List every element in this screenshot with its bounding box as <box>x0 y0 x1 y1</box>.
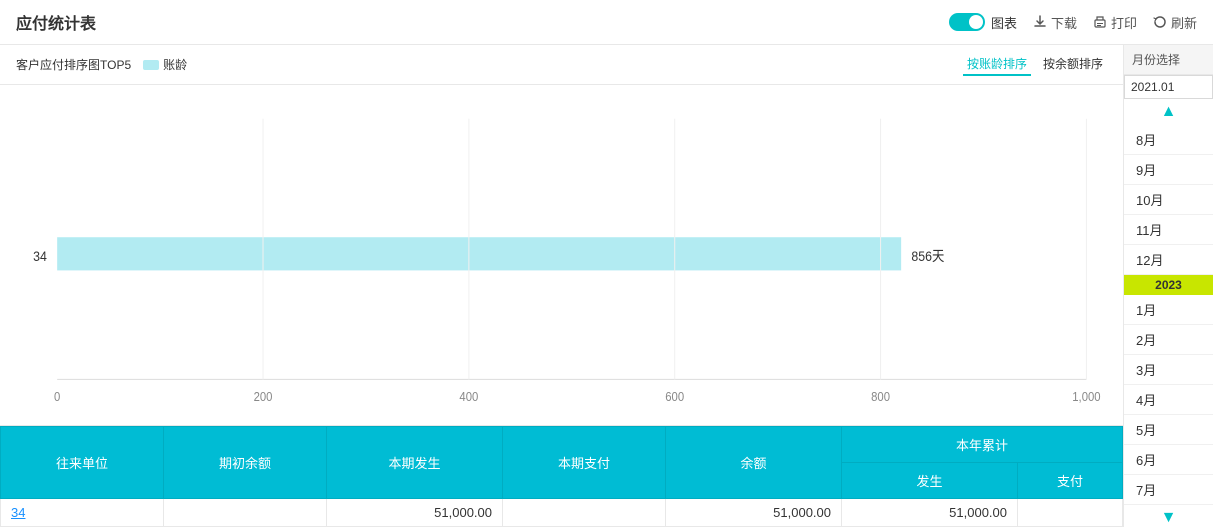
legend-color-label: 账龄 <box>163 56 187 73</box>
col-header-occur: 本期发生 <box>327 427 503 499</box>
sidebar-item-dec[interactable]: 12月 <box>1124 245 1213 275</box>
refresh-label: 刷新 <box>1171 13 1197 32</box>
col-header-pay: 本期支付 <box>503 427 666 499</box>
svg-text:34: 34 <box>33 248 47 264</box>
col-header-ytd: 本年累计 <box>842 427 1123 463</box>
summary-table: 往来单位 期初余额 本期发生 本期支付 余额 本年累计 发生 支付 <box>0 426 1123 527</box>
col-header-balance: 余额 <box>666 427 842 499</box>
download-label: 下载 <box>1051 13 1077 32</box>
sidebar-item-jan[interactable]: 1月 <box>1124 295 1213 325</box>
col-header-ytd-pay: 支付 <box>1018 463 1123 499</box>
svg-text:800: 800 <box>871 389 890 404</box>
sort-by-balance-button[interactable]: 按余额排序 <box>1039 53 1107 76</box>
download-icon <box>1033 15 1047 29</box>
cell-ytd-pay <box>1018 499 1123 527</box>
cell-pay <box>503 499 666 527</box>
year-label: 2023 <box>1124 275 1213 295</box>
sidebar-item-mar[interactable]: 3月 <box>1124 355 1213 385</box>
unit-link[interactable]: 34 <box>11 505 25 520</box>
cell-occur: 51,000.00 <box>327 499 503 527</box>
page-title: 应付统计表 <box>16 10 96 34</box>
sidebar-item-may[interactable]: 5月 <box>1124 415 1213 445</box>
sidebar-item-feb[interactable]: 2月 <box>1124 325 1213 355</box>
nav-up-arrow[interactable]: ▲ <box>1124 99 1213 125</box>
legend-item-age: 账龄 <box>143 56 187 73</box>
header-actions: 图表 下载 打印 <box>949 13 1197 32</box>
chart-legend: 客户应付排序图TOP5 账龄 <box>16 56 187 73</box>
print-label: 打印 <box>1111 13 1137 32</box>
toggle-label: 图表 <box>991 13 1017 32</box>
sidebar-item-jun[interactable]: 6月 <box>1124 445 1213 475</box>
chart-controls: 客户应付排序图TOP5 账龄 按账龄排序 按余额排序 <box>0 45 1123 85</box>
sidebar-item-nov[interactable]: 11月 <box>1124 215 1213 245</box>
cell-ytd-occur: 51,000.00 <box>842 499 1018 527</box>
cell-balance: 51,000.00 <box>666 499 842 527</box>
col-header-unit: 往来单位 <box>1 427 164 499</box>
sidebar-item-oct[interactable]: 10月 <box>1124 185 1213 215</box>
svg-text:400: 400 <box>459 389 478 404</box>
chart-toggle-wrap[interactable]: 图表 <box>949 13 1017 32</box>
sort-buttons: 按账龄排序 按余额排序 <box>963 53 1107 76</box>
date-input[interactable] <box>1124 75 1213 99</box>
chart-toggle[interactable] <box>949 13 985 31</box>
print-icon <box>1093 15 1107 29</box>
svg-text:0: 0 <box>54 389 60 404</box>
download-button[interactable]: 下载 <box>1033 13 1077 32</box>
sidebar-item-apr[interactable]: 4月 <box>1124 385 1213 415</box>
cell-unit: 34 <box>1 499 164 527</box>
sidebar-item-sep[interactable]: 9月 <box>1124 155 1213 185</box>
sidebar-item-aug[interactable]: 8月 <box>1124 125 1213 155</box>
refresh-button[interactable]: 刷新 <box>1153 13 1197 32</box>
svg-text:200: 200 <box>254 389 273 404</box>
data-table-area: 往来单位 期初余额 本期发生 本期支付 余额 本年累计 发生 支付 <box>0 425 1123 527</box>
svg-text:1,000: 1,000 <box>1072 389 1100 404</box>
sidebar-header: 月份选择 <box>1124 45 1213 75</box>
cell-opening <box>164 499 327 527</box>
sidebar-item-jul[interactable]: 7月 <box>1124 475 1213 505</box>
table-row: 34 51,000.00 51,000.00 51,000.00 <box>1 499 1123 527</box>
nav-down-arrow[interactable]: ▼ <box>1124 505 1213 527</box>
sidebar-nav: ▲ 8月 9月 10月 11月 12月 2023 1月 2月 3月 4月 5月 … <box>1124 99 1213 527</box>
chart-wrapper: 34 856天 0 200 400 600 800 1,000 <box>0 85 1123 425</box>
legend-color-box <box>143 60 159 70</box>
svg-text:856天: 856天 <box>911 248 944 264</box>
sort-by-age-button[interactable]: 按账龄排序 <box>963 53 1031 76</box>
legend-text: 客户应付排序图TOP5 <box>16 56 131 73</box>
col-header-opening: 期初余额 <box>164 427 327 499</box>
col-header-ytd-occur: 发生 <box>842 463 1018 499</box>
month-sidebar: 月份选择 ▲ 8月 9月 10月 11月 12月 2023 1月 2月 3月 4… <box>1123 45 1213 527</box>
bar-chart: 34 856天 0 200 400 600 800 1,000 <box>16 95 1107 415</box>
svg-text:600: 600 <box>665 389 684 404</box>
refresh-icon <box>1153 15 1167 29</box>
print-button[interactable]: 打印 <box>1093 13 1137 32</box>
